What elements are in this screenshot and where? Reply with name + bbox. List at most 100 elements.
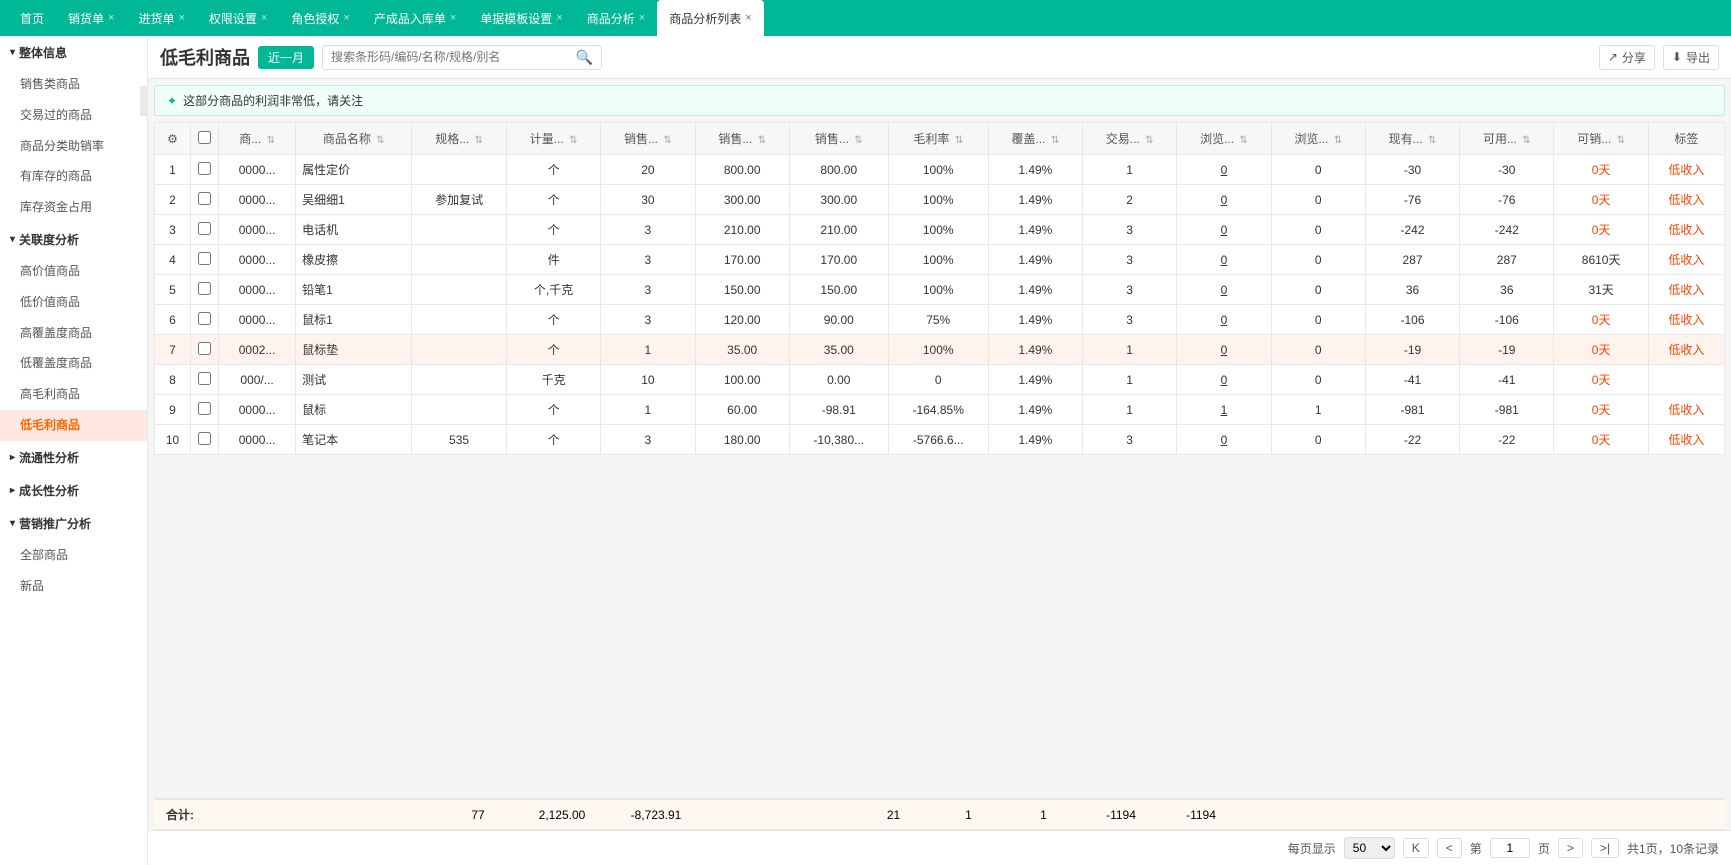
row-coverage: 1.49% [988, 335, 1082, 365]
row-checkbox[interactable] [198, 312, 211, 325]
sidebar-collapse-button[interactable]: 《 [140, 86, 148, 116]
nav-role[interactable]: 角色授权 × [279, 0, 361, 36]
row-checkbox-cell[interactable] [191, 335, 219, 365]
row-coverage: 1.49% [988, 425, 1082, 455]
nav-product-analysis-list[interactable]: 商品分析列表 × [657, 0, 763, 36]
row-views1[interactable]: 0 [1177, 275, 1271, 305]
last-page-button[interactable]: >| [1591, 838, 1619, 858]
sidebar-item-sales-goods[interactable]: 销售类商品 [0, 69, 147, 100]
row-sales-qty: 3 [601, 275, 695, 305]
row-checkbox[interactable] [198, 222, 211, 235]
sidebar-item-category-rate[interactable]: 商品分类助销率 [0, 131, 147, 162]
content-header: 低毛利商品 近一月 🔍 ↗ 分享 ⬇ 导出 [148, 36, 1731, 79]
row-name[interactable]: 鼠标1 [296, 305, 412, 335]
row-checkbox[interactable] [198, 192, 211, 205]
sidebar-group-marketing[interactable]: ▾ 营销推广分析 [0, 507, 147, 540]
sidebar-item-high-coverage[interactable]: 高覆盖度商品 [0, 318, 147, 349]
nav-product-in-close[interactable]: × [450, 12, 456, 24]
share-button[interactable]: ↗ 分享 [1599, 45, 1655, 70]
prev-page-button[interactable]: < [1437, 838, 1462, 858]
page-size-select[interactable]: 50 100 [1344, 837, 1395, 859]
row-trade: 1 [1082, 335, 1176, 365]
date-range-button[interactable]: 近一月 [258, 46, 314, 69]
row-checkbox[interactable] [198, 252, 211, 265]
sidebar-item-low-value[interactable]: 低价值商品 [0, 287, 147, 318]
page-number-input[interactable] [1490, 838, 1530, 858]
row-checkbox-cell[interactable] [191, 215, 219, 245]
row-checkbox-cell[interactable] [191, 155, 219, 185]
row-code: 0000... [219, 245, 296, 275]
nav-permission-close[interactable]: × [261, 12, 267, 24]
nav-product-analysis-close[interactable]: × [639, 12, 645, 24]
nav-template-close[interactable]: × [556, 12, 562, 24]
first-page-button[interactable]: K [1403, 838, 1429, 858]
col-checkbox[interactable] [191, 123, 219, 155]
row-checkbox-cell[interactable] [191, 365, 219, 395]
row-name[interactable]: 橡皮擦 [296, 245, 412, 275]
search-box[interactable]: 🔍 [322, 45, 602, 70]
row-checkbox[interactable] [198, 342, 211, 355]
row-checkbox[interactable] [198, 162, 211, 175]
sidebar-item-stock-goods[interactable]: 有库存的商品 [0, 161, 147, 192]
row-views1[interactable]: 0 [1177, 425, 1271, 455]
row-views1[interactable]: 0 [1177, 335, 1271, 365]
nav-purchase-close[interactable]: × [178, 12, 184, 24]
nav-product-in[interactable]: 产成品入库单 × [362, 0, 468, 36]
row-checkbox-cell[interactable] [191, 395, 219, 425]
nav-role-close[interactable]: × [343, 12, 349, 24]
row-views1[interactable]: 0 [1177, 245, 1271, 275]
row-views1[interactable]: 0 [1177, 155, 1271, 185]
sidebar-item-traded-goods[interactable]: 交易过的商品 [0, 100, 147, 131]
sidebar-item-all-goods[interactable]: 全部商品 [0, 540, 147, 571]
select-all-checkbox[interactable] [198, 131, 211, 144]
sidebar-group-flow[interactable]: ▸ 流通性分析 [0, 441, 147, 474]
row-checkbox[interactable] [198, 432, 211, 445]
search-input[interactable] [331, 50, 576, 64]
sidebar-group-growth[interactable]: ▸ 成长性分析 [0, 474, 147, 507]
nav-product-analysis[interactable]: 商品分析 × [575, 0, 657, 36]
next-page-button[interactable]: > [1558, 838, 1583, 858]
row-views1[interactable]: 0 [1177, 365, 1271, 395]
row-checkbox-cell[interactable] [191, 425, 219, 455]
col-settings[interactable]: ⚙ [155, 123, 191, 155]
row-current: -22 [1365, 425, 1459, 455]
row-name[interactable]: 属性定价 [296, 155, 412, 185]
row-name[interactable]: 鼠标 [296, 395, 412, 425]
row-sales-amount: 210.00 [789, 215, 888, 245]
row-checkbox-cell[interactable] [191, 185, 219, 215]
row-name[interactable]: 鼠标垫 [296, 335, 412, 365]
row-views1[interactable]: 1 [1177, 395, 1271, 425]
sidebar-item-low-margin[interactable]: 低毛利商品 [0, 410, 147, 441]
sidebar-item-high-margin[interactable]: 高毛利商品 [0, 379, 147, 410]
row-name[interactable]: 吴细细1 [296, 185, 412, 215]
row-checkbox[interactable] [198, 372, 211, 385]
row-views1[interactable]: 0 [1177, 305, 1271, 335]
sidebar-group-overall[interactable]: ▾ 整体信息 [0, 36, 147, 69]
nav-product-analysis-list-close[interactable]: × [745, 12, 751, 24]
nav-sales[interactable]: 销货单 × [56, 0, 126, 36]
nav-template[interactable]: 单据模板设置 × [468, 0, 574, 36]
row-checkbox[interactable] [198, 402, 211, 415]
row-checkbox-cell[interactable] [191, 305, 219, 335]
row-name[interactable]: 铅笔1 [296, 275, 412, 305]
nav-home[interactable]: 首页 [8, 0, 56, 36]
sidebar-item-new-goods[interactable]: 新品 [0, 571, 147, 602]
sidebar-item-high-value[interactable]: 高价值商品 [0, 256, 147, 287]
row-checkbox[interactable] [198, 282, 211, 295]
nav-permission[interactable]: 权限设置 × [197, 0, 279, 36]
total-spacer1 [214, 808, 278, 822]
row-views1[interactable]: 0 [1177, 185, 1271, 215]
row-name[interactable]: 电话机 [296, 215, 412, 245]
row-checkbox-cell[interactable] [191, 275, 219, 305]
nav-purchase[interactable]: 进货单 × [126, 0, 196, 36]
sidebar-item-low-coverage[interactable]: 低覆盖度商品 [0, 348, 147, 379]
row-saleable: 31天 [1554, 275, 1648, 305]
sidebar-item-stock-capital[interactable]: 库存资金占用 [0, 192, 147, 223]
row-name[interactable]: 笔记本 [296, 425, 412, 455]
row-name[interactable]: 测试 [296, 365, 412, 395]
nav-sales-close[interactable]: × [108, 12, 114, 24]
export-button[interactable]: ⬇ 导出 [1663, 45, 1719, 70]
sidebar-group-correlation[interactable]: ▾ 关联度分析 [0, 223, 147, 256]
row-views1[interactable]: 0 [1177, 215, 1271, 245]
row-checkbox-cell[interactable] [191, 245, 219, 275]
